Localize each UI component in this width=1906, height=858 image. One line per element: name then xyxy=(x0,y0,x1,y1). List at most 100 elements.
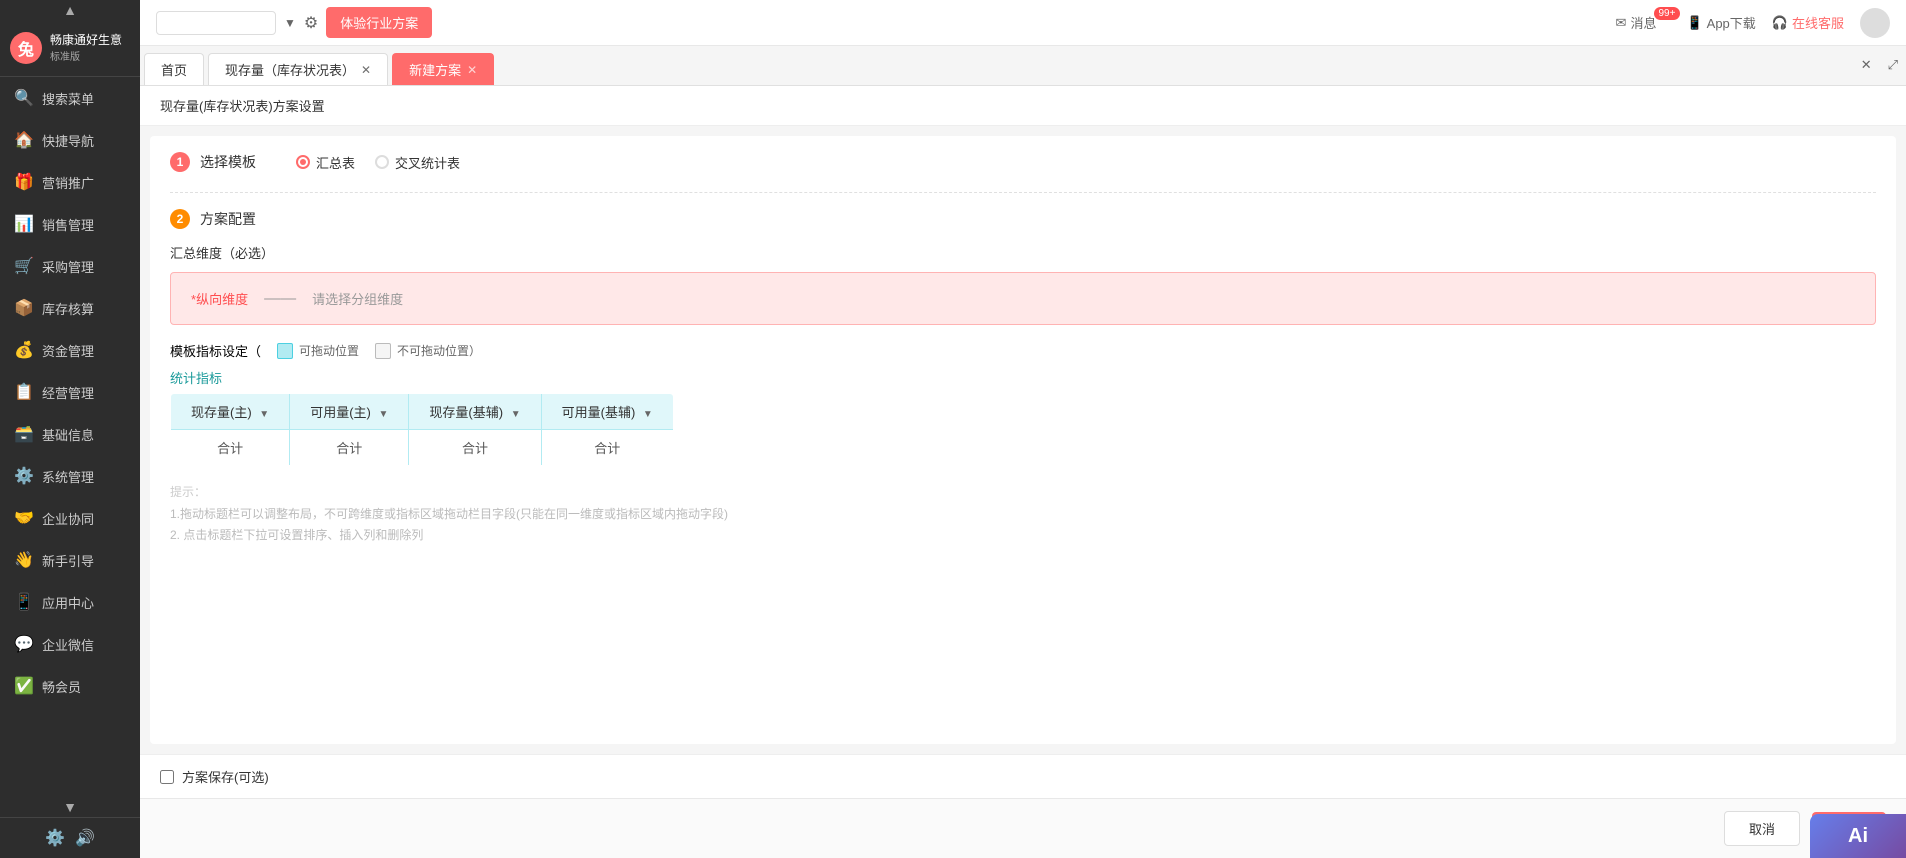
sidebar-scroll-up[interactable]: ▲ xyxy=(0,0,140,20)
dimension-placeholder[interactable]: 请选择分组维度 xyxy=(312,289,403,308)
col-dropdown-3[interactable]: ▼ xyxy=(511,409,521,420)
cell-summary-4: 合计 xyxy=(541,430,673,466)
sidebar-item-label: 企业协同 xyxy=(42,509,94,528)
speaker-icon[interactable]: 🔊 xyxy=(75,828,95,848)
chart-icon: 📊 xyxy=(14,214,34,234)
step1-header: 1 选择模板 汇总表 交叉统计表 xyxy=(170,152,1876,172)
table-row-summary: 合计 合计 合计 合计 xyxy=(171,430,674,466)
service-label: 在线客服 xyxy=(1792,13,1844,32)
tab-new-plan-close-icon[interactable]: ✕ xyxy=(467,63,477,77)
sidebar-footer: ⚙️ 🔊 xyxy=(0,817,140,858)
main-area: ▼ ⚙ 体验行业方案 ✉ 消息 99+ 📱 App下载 🎧 在线客服 首页 xyxy=(140,0,1906,858)
cell-summary-2: 合计 xyxy=(290,430,409,466)
sidebar-item-operations[interactable]: 📋 经营管理 xyxy=(0,371,140,413)
save-checkbox[interactable] xyxy=(160,770,174,784)
avatar[interactable] xyxy=(1860,8,1890,38)
sidebar-item-app-center[interactable]: 📱 应用中心 xyxy=(0,581,140,623)
money-icon: 💰 xyxy=(14,340,34,360)
gift-icon: 🎁 xyxy=(14,172,34,192)
sidebar-item-basic-info[interactable]: 🗃️ 基础信息 xyxy=(0,413,140,455)
col-dropdown-2[interactable]: ▼ xyxy=(379,409,389,420)
chevron-down-icon[interactable]: ▼ xyxy=(284,16,296,30)
app-download-button[interactable]: 📱 App下载 xyxy=(1686,13,1755,32)
sidebar-item-label: 企业微信 xyxy=(42,635,94,654)
main-panel: 1 选择模板 汇总表 交叉统计表 xyxy=(150,136,1896,744)
sidebar: ▲ 兔 畅康通好生意 标准版 🔍 搜索菜单 🏠 快捷导航 🎁 营销推广 📊 销售… xyxy=(0,0,140,858)
tab-new-plan[interactable]: 新建方案 ✕ xyxy=(392,53,494,85)
panel-expand-icon[interactable]: ⤢ xyxy=(1880,45,1906,85)
radio-dot-summary xyxy=(296,155,310,169)
topbar-right: ✉ 消息 99+ 📱 App下载 🎧 在线客服 xyxy=(1616,8,1890,38)
dimension-label: 汇总维度（必选） xyxy=(170,243,1876,262)
step1-separator xyxy=(170,192,1876,193)
sidebar-item-inventory[interactable]: 📦 库存核算 xyxy=(0,287,140,329)
sidebar-item-label: 营销推广 xyxy=(42,173,94,192)
step1-badge: 1 xyxy=(170,152,190,172)
draggable-box-icon xyxy=(277,343,293,359)
sidebar-item-label: 库存核算 xyxy=(42,299,94,318)
message-button[interactable]: ✉ 消息 99+ xyxy=(1616,13,1671,32)
content-area: 现存量(库存状况表)方案设置 1 选择模板 汇总表 交叉统计表 xyxy=(140,86,1906,798)
legend-draggable-label: 可拖动位置 xyxy=(299,342,359,359)
col-header-4[interactable]: 可用量(基辅) ▼ xyxy=(541,394,673,430)
sidebar-item-label: 搜索菜单 xyxy=(42,89,94,108)
message-icon: ✉ xyxy=(1616,15,1627,31)
sidebar-item-quick-nav[interactable]: 🏠 快捷导航 xyxy=(0,119,140,161)
footer: 取消 查询 xyxy=(140,798,1906,858)
sidebar-item-label: 经营管理 xyxy=(42,383,94,402)
tab-home[interactable]: 首页 xyxy=(144,53,204,85)
sidebar-item-label: 基础信息 xyxy=(42,425,94,444)
sidebar-item-newbie[interactable]: 👋 新手引导 xyxy=(0,539,140,581)
sidebar-item-wechat[interactable]: 💬 企业微信 xyxy=(0,623,140,665)
gear-icon: ⚙️ xyxy=(14,466,34,486)
tab-inventory-close-icon[interactable]: ✕ xyxy=(361,63,371,77)
sidebar-item-member[interactable]: ✅ 畅会员 xyxy=(0,665,140,707)
radio-summary[interactable]: 汇总表 xyxy=(296,153,355,172)
panel-close-icon[interactable]: ✕ xyxy=(1853,45,1880,85)
topbar-gear-icon[interactable]: ⚙ xyxy=(304,13,318,33)
tip-1: 1.拖动标题栏可以调整布局，不可跨维度或指标区域拖动栏目字段(只能在同一维度或指… xyxy=(170,504,1876,526)
sidebar-item-sales[interactable]: 📊 销售管理 xyxy=(0,203,140,245)
cancel-button[interactable]: 取消 xyxy=(1724,811,1800,846)
required-label: *纵向维度 xyxy=(191,289,248,308)
wave-icon: 👋 xyxy=(14,550,34,570)
save-section: 方案保存(可选) xyxy=(140,754,1906,798)
industry-btn[interactable]: 体验行业方案 xyxy=(326,7,432,38)
radio-dot-cross xyxy=(375,155,389,169)
mobile-icon: 📱 xyxy=(14,592,34,612)
phone-icon: 📱 xyxy=(1686,15,1702,31)
tabbar: 首页 现存量（库存状况表） ✕ 新建方案 ✕ ✕ ⤢ xyxy=(140,46,1906,86)
statistics-table: 现存量(主) ▼ 可用量(主) ▼ 现存量(基辅) ▼ xyxy=(170,393,674,466)
sidebar-item-system[interactable]: ⚙️ 系统管理 xyxy=(0,455,140,497)
indicator-legend: 模板指标设定（ 可拖动位置 不可拖动位置） xyxy=(170,341,1876,360)
col-dropdown-1[interactable]: ▼ xyxy=(259,409,269,420)
step2-header: 2 方案配置 xyxy=(170,209,1876,229)
radio-cross[interactable]: 交叉统计表 xyxy=(375,153,460,172)
page-title: 现存量(库存状况表)方案设置 xyxy=(160,99,325,114)
search-input[interactable] xyxy=(156,11,276,35)
cell-summary-3: 合计 xyxy=(409,430,541,466)
settings-icon[interactable]: ⚙️ xyxy=(45,828,65,848)
col-header-3[interactable]: 现存量(基辅) ▼ xyxy=(409,394,541,430)
sidebar-item-cooperation[interactable]: 🤝 企业协同 xyxy=(0,497,140,539)
dimension-section: 汇总维度（必选） *纵向维度 —— 请选择分组维度 xyxy=(170,243,1876,325)
sidebar-item-marketing[interactable]: 🎁 营销推广 xyxy=(0,161,140,203)
sidebar-item-label: 应用中心 xyxy=(42,593,94,612)
dimension-box[interactable]: *纵向维度 —— 请选择分组维度 xyxy=(170,272,1876,325)
chat-icon: 💬 xyxy=(14,634,34,654)
col-header-2[interactable]: 可用量(主) ▼ xyxy=(290,394,409,430)
page-title-bar: 现存量(库存状况表)方案设置 xyxy=(140,86,1906,126)
sidebar-item-label: 畅会员 xyxy=(42,677,81,696)
service-button[interactable]: 🎧 在线客服 xyxy=(1772,13,1844,32)
sidebar-item-finance[interactable]: 💰 资金管理 xyxy=(0,329,140,371)
sidebar-scroll-down[interactable]: ▼ xyxy=(0,797,140,817)
tab-inventory-status[interactable]: 现存量（库存状况表） ✕ xyxy=(208,53,388,85)
tips-section: 提示： 1.拖动标题栏可以调整布局，不可跨维度或指标区域拖动栏目字段(只能在同一… xyxy=(170,482,1876,547)
col-dropdown-4[interactable]: ▼ xyxy=(643,409,653,420)
handshake-icon: 🤝 xyxy=(14,508,34,528)
sidebar-item-search[interactable]: 🔍 搜索菜单 xyxy=(0,77,140,119)
message-label: 消息 xyxy=(1630,13,1656,32)
ai-badge[interactable]: Ai xyxy=(1810,814,1906,858)
col-header-1[interactable]: 现存量(主) ▼ xyxy=(171,394,290,430)
sidebar-item-purchase[interactable]: 🛒 采购管理 xyxy=(0,245,140,287)
